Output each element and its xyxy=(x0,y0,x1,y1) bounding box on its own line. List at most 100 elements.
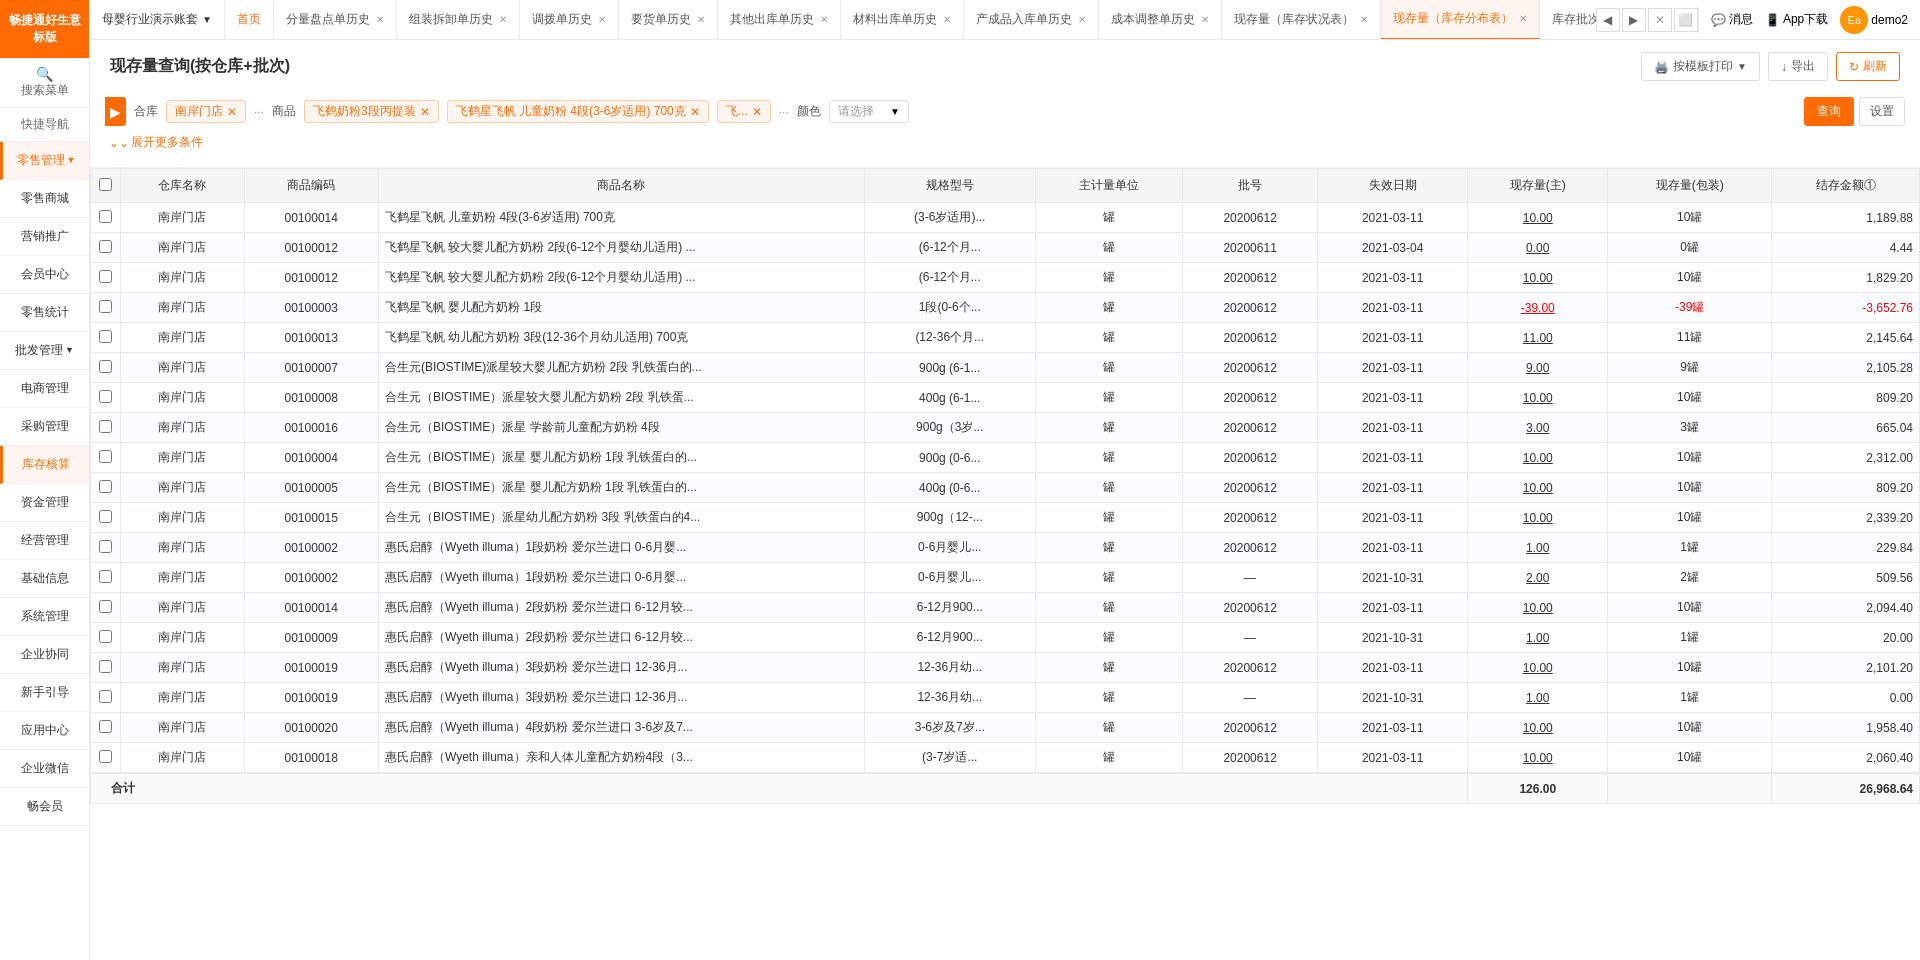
row-checkbox-cell[interactable] xyxy=(91,593,121,623)
row-checkbox-cell[interactable] xyxy=(91,323,121,353)
row-checkbox-cell[interactable] xyxy=(91,563,121,593)
product-more-dots[interactable]: ··· xyxy=(779,105,789,119)
tab-product-in[interactable]: 产成品入库单历史 ✕ xyxy=(964,0,1099,40)
row-checkbox[interactable] xyxy=(99,390,112,403)
sidebar-item-purchase[interactable]: 采购管理 xyxy=(0,408,89,446)
row-qty-main[interactable]: 1.00 xyxy=(1468,683,1608,713)
row-qty-main[interactable]: 10.00 xyxy=(1468,743,1608,774)
sidebar-item-member2[interactable]: 畅会员 xyxy=(0,788,89,826)
row-checkbox-cell[interactable] xyxy=(91,473,121,503)
sidebar-item-app-center[interactable]: 应用中心 xyxy=(0,712,89,750)
close-tab-icon[interactable]: ✕ xyxy=(697,14,705,25)
remove-product-3-icon[interactable]: ✕ xyxy=(752,105,762,119)
tab-stock-status[interactable]: 现存量（库存状况表） ✕ xyxy=(1222,0,1381,40)
nav-maximize-button[interactable]: ⬜ xyxy=(1674,8,1698,32)
shortcut-nav-item[interactable]: 快捷导航 xyxy=(0,108,89,142)
row-checkbox[interactable] xyxy=(99,480,112,493)
tab-transfer[interactable]: 调拨单历史 ✕ xyxy=(520,0,619,40)
tab-cost-adjust[interactable]: 成本调整单历史 ✕ xyxy=(1099,0,1222,40)
product-filter-tag-2[interactable]: 飞鹤星飞帆 儿童奶粉 4段(3-6岁适用) 700克 ✕ xyxy=(447,100,709,123)
row-checkbox-cell[interactable] xyxy=(91,713,121,743)
nav-prev-button[interactable]: ◀ xyxy=(1596,8,1620,32)
row-checkbox-cell[interactable] xyxy=(91,443,121,473)
sidebar-item-member[interactable]: 会员中心 xyxy=(0,256,89,294)
refresh-button[interactable]: ↻ 刷新 xyxy=(1836,52,1900,81)
sidebar-item-basic[interactable]: 基础信息 xyxy=(0,560,89,598)
row-checkbox[interactable] xyxy=(99,540,112,553)
close-tab-icon[interactable]: ✕ xyxy=(1360,14,1368,25)
row-qty-main[interactable]: 1.00 xyxy=(1468,533,1608,563)
close-tab-icon[interactable]: ✕ xyxy=(499,14,507,25)
close-tab-icon[interactable]: ✕ xyxy=(1519,13,1527,24)
sidebar-item-marketing[interactable]: 营销推广 xyxy=(0,218,89,256)
sidebar-item-retail-stats[interactable]: 零售统计 xyxy=(0,294,89,332)
sidebar-item-finance[interactable]: 资金管理 xyxy=(0,484,89,522)
row-checkbox-cell[interactable] xyxy=(91,263,121,293)
filter-expand-toggle[interactable]: ▶ xyxy=(105,97,126,126)
row-checkbox-cell[interactable] xyxy=(91,383,121,413)
sidebar-item-enterprise[interactable]: 企业协同 xyxy=(0,636,89,674)
tab-assemble[interactable]: 组装拆卸单历史 ✕ xyxy=(397,0,520,40)
row-checkbox[interactable] xyxy=(99,300,112,313)
app-download-button[interactable]: 📱 App下载 xyxy=(1765,11,1828,28)
tab-requisition[interactable]: 要货单历史 ✕ xyxy=(619,0,718,40)
sidebar-item-ecommerce[interactable]: 电商管理 xyxy=(0,370,89,408)
row-checkbox[interactable] xyxy=(99,690,112,703)
sidebar-item-wechat[interactable]: 企业微信 xyxy=(0,750,89,788)
row-qty-main[interactable]: 10.00 xyxy=(1468,473,1608,503)
row-qty-main[interactable]: 10.00 xyxy=(1468,593,1608,623)
row-checkbox[interactable] xyxy=(99,360,112,373)
row-checkbox[interactable] xyxy=(99,600,112,613)
row-qty-main[interactable]: 3.00 xyxy=(1468,413,1608,443)
row-checkbox[interactable] xyxy=(99,630,112,643)
close-tab-icon[interactable]: ✕ xyxy=(376,14,384,25)
remove-warehouse-icon[interactable]: ✕ xyxy=(227,105,237,119)
row-checkbox[interactable] xyxy=(99,750,112,763)
row-checkbox[interactable] xyxy=(99,270,112,283)
close-tab-icon[interactable]: ✕ xyxy=(1078,14,1086,25)
sidebar-item-inventory[interactable]: 库存核算 xyxy=(0,446,89,484)
color-filter-select[interactable]: 请选择 ▼ xyxy=(829,100,909,123)
account-dropdown[interactable]: 母婴行业演示账套 ▼ xyxy=(90,0,225,40)
query-button[interactable]: 查询 xyxy=(1804,97,1854,126)
sidebar-item-guide[interactable]: 新手引导 xyxy=(0,674,89,712)
row-qty-main[interactable]: 2.00 xyxy=(1468,563,1608,593)
sidebar-item-wholesale[interactable]: 批发管理 ▼ xyxy=(0,332,89,370)
nav-next-button[interactable]: ▶ xyxy=(1622,8,1646,32)
nav-close-button[interactable]: ✕ xyxy=(1648,8,1672,32)
row-checkbox[interactable] xyxy=(99,420,112,433)
row-qty-main[interactable]: 9.00 xyxy=(1468,353,1608,383)
tab-other-out[interactable]: 其他出库单历史 ✕ xyxy=(718,0,841,40)
row-checkbox[interactable] xyxy=(99,240,112,253)
select-all-checkbox[interactable] xyxy=(99,178,112,191)
row-checkbox-cell[interactable] xyxy=(91,743,121,774)
product-filter-tag-3[interactable]: 飞... ✕ xyxy=(717,100,771,123)
row-checkbox-cell[interactable] xyxy=(91,203,121,233)
row-checkbox[interactable] xyxy=(99,330,112,343)
message-button[interactable]: 💬 消息 xyxy=(1711,11,1753,28)
tab-material-out[interactable]: 材料出库单历史 ✕ xyxy=(841,0,964,40)
row-checkbox-cell[interactable] xyxy=(91,353,121,383)
remove-product-1-icon[interactable]: ✕ xyxy=(420,105,430,119)
row-checkbox[interactable] xyxy=(99,450,112,463)
row-checkbox[interactable] xyxy=(99,510,112,523)
row-qty-main[interactable]: 10.00 xyxy=(1468,503,1608,533)
export-button[interactable]: ↓ 导出 xyxy=(1768,52,1828,81)
warehouse-filter-tag[interactable]: 南岸门店 ✕ xyxy=(166,100,246,123)
row-qty-main[interactable]: 10.00 xyxy=(1468,263,1608,293)
search-menu-item[interactable]: 🔍 搜索菜单 xyxy=(0,58,89,108)
print-button[interactable]: 🖨️ 按模板打印 ▼ xyxy=(1641,52,1760,81)
row-checkbox-cell[interactable] xyxy=(91,503,121,533)
row-checkbox-cell[interactable] xyxy=(91,623,121,653)
tab-stock-batch[interactable]: 库存批次账 ✕ xyxy=(1540,0,1596,40)
product-filter-tag-1[interactable]: 飞鹤奶粉3段丙提装 ✕ xyxy=(304,100,439,123)
tab-home[interactable]: 首页 xyxy=(225,0,274,40)
row-checkbox-cell[interactable] xyxy=(91,233,121,263)
row-qty-main[interactable]: 10.00 xyxy=(1468,203,1608,233)
close-tab-icon[interactable]: ✕ xyxy=(598,14,606,25)
row-checkbox[interactable] xyxy=(99,720,112,733)
row-qty-main[interactable]: 10.00 xyxy=(1468,653,1608,683)
row-checkbox[interactable] xyxy=(99,570,112,583)
tab-stock-dist[interactable]: 现存量（库存分布表） ✕ xyxy=(1381,0,1540,40)
warehouse-more-dots[interactable]: ··· xyxy=(254,105,264,119)
